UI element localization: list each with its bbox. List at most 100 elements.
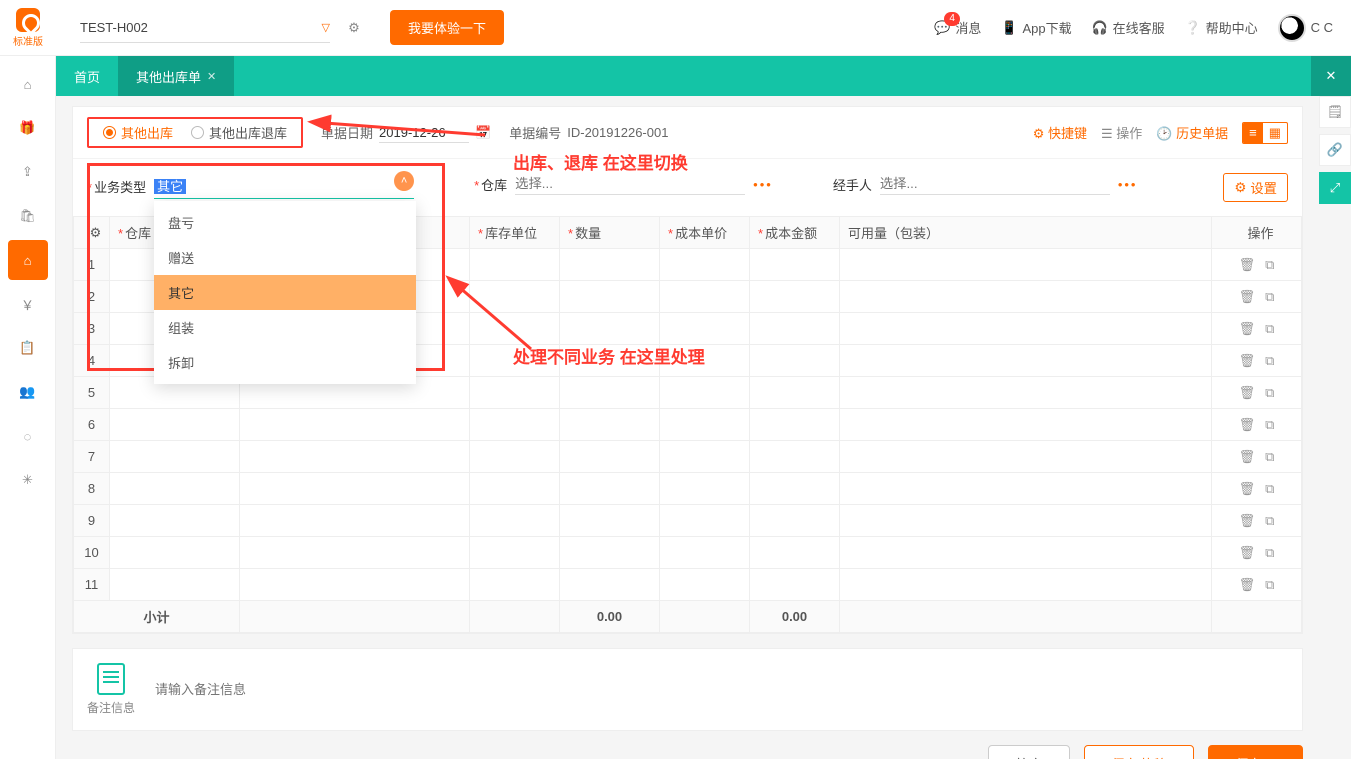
radio-return[interactable]: 其他出库退库 <box>191 123 287 142</box>
delete-icon[interactable]: 🗑 <box>1239 257 1256 273</box>
help-center-button[interactable]: ❔ 帮助中心 <box>1185 18 1258 37</box>
footer-actions: 放弃 保存草稿 保存 ▾ <box>72 731 1303 759</box>
online-service-label: 在线客服 <box>1113 18 1165 37</box>
view-toggle[interactable]: ≡ ▦ <box>1242 122 1288 144</box>
copy-icon[interactable]: ⧉ <box>1265 353 1274 369</box>
tab-home[interactable]: 首页 <box>56 56 118 96</box>
rail-home-icon[interactable]: ⌂ <box>8 64 48 104</box>
warehouse-select[interactable] <box>515 173 745 195</box>
table-row[interactable]: 8 🗑 ⧉ <box>74 473 1302 505</box>
table-row[interactable]: 7 🗑 ⧉ <box>74 441 1302 473</box>
radio-outbound[interactable]: 其他出库 <box>103 123 173 142</box>
col-qty: 数量 <box>560 217 660 249</box>
tab-other-outbound[interactable]: 其他出库单 ✕ <box>118 56 234 96</box>
biz-type-option[interactable]: 盘亏 <box>154 205 416 240</box>
rail-sync-icon[interactable]: ◌ <box>8 416 48 456</box>
row-index: 1 <box>74 249 110 281</box>
tabs-close-all[interactable]: ✕ <box>1311 56 1351 96</box>
save-draft-button[interactable]: 保存草稿 <box>1084 745 1194 759</box>
rail-gift-icon[interactable]: 🎁 <box>8 108 48 148</box>
copy-icon[interactable]: ⧉ <box>1265 481 1274 497</box>
delete-icon[interactable]: 🗑 <box>1239 385 1256 401</box>
rail-clipboard-icon[interactable]: 📋 <box>8 328 48 368</box>
copy-icon[interactable]: ⧉ <box>1265 449 1274 465</box>
tool-operate[interactable]: ☰ 操作 <box>1101 123 1142 142</box>
settings-button[interactable]: ⚙ 设置 <box>1223 173 1288 202</box>
rr-note-icon[interactable]: 🗒 <box>1319 96 1351 128</box>
copy-icon[interactable]: ⧉ <box>1265 513 1274 529</box>
rail-upload-icon[interactable]: ⇪ <box>8 152 48 192</box>
col-gear[interactable]: ⚙ <box>74 217 110 249</box>
copy-icon[interactable]: ⧉ <box>1265 257 1274 273</box>
rr-link-icon[interactable]: 🔗 <box>1319 134 1351 166</box>
copy-icon[interactable]: ⧉ <box>1265 545 1274 561</box>
view-list-icon[interactable]: ≡ <box>1243 123 1263 143</box>
biz-type-option[interactable]: 拆卸 <box>154 345 416 380</box>
subtotal-amount: 0.00 <box>750 601 840 633</box>
radio-outbound-label: 其他出库 <box>121 123 173 142</box>
delete-icon[interactable]: 🗑 <box>1239 289 1256 305</box>
rail-bag-icon[interactable]: 🛍 <box>8 196 48 236</box>
biz-type-option-selected[interactable]: 其它 <box>154 275 416 310</box>
tab-home-label: 首页 <box>74 67 100 86</box>
table-row[interactable]: 10 🗑 ⧉ <box>74 537 1302 569</box>
header-tools: ⚙ 快捷键 ☰ 操作 🕑 历史单据 ≡ ▦ <box>1033 122 1288 144</box>
close-icon[interactable]: ✕ <box>207 70 216 83</box>
copy-icon[interactable]: ⧉ <box>1265 385 1274 401</box>
col-cost-amount: 成本金额 <box>750 217 840 249</box>
more-icon[interactable]: ••• <box>1118 177 1138 192</box>
handler-select[interactable] <box>880 173 1110 195</box>
delete-icon[interactable]: 🗑 <box>1239 545 1256 561</box>
delete-icon[interactable]: 🗑 <box>1239 353 1256 369</box>
biz-type-field: 业务类型 其它 ˄ 盘亏 赠送 其它 组装 拆卸 <box>87 173 414 199</box>
main: 其他出库 其他出库退库 单据日期 2019-12-26 📅 单据编号 ID-20… <box>56 96 1319 759</box>
more-icon[interactable]: ••• <box>753 177 773 192</box>
gear-icon[interactable]: ⚙ <box>346 20 362 36</box>
remark-input[interactable] <box>155 682 1288 697</box>
delete-icon[interactable]: 🗑 <box>1239 513 1256 529</box>
tenant-select[interactable]: TEST-H002 ▽ <box>80 13 330 43</box>
view-grid-icon[interactable]: ▦ <box>1263 123 1287 143</box>
table-row[interactable]: 6 🗑 ⧉ <box>74 409 1302 441</box>
biz-type-select[interactable]: 其它 ˄ 盘亏 赠送 其它 组装 拆卸 <box>154 173 414 199</box>
handler-label: 经手人 <box>833 175 872 194</box>
tool-shortcut[interactable]: ⚙ 快捷键 <box>1033 123 1087 142</box>
try-button[interactable]: 我要体验一下 <box>390 10 504 45</box>
copy-icon[interactable]: ⧉ <box>1265 577 1274 593</box>
tool-history[interactable]: 🕑 历史单据 <box>1156 123 1228 142</box>
online-service-button[interactable]: 🎧 在线客服 <box>1092 18 1165 37</box>
biz-type-label: 业务类型 <box>87 177 146 196</box>
help-icon: ❔ <box>1185 20 1201 36</box>
delete-icon[interactable]: 🗑 <box>1239 481 1256 497</box>
table-row[interactable]: 9 🗑 ⧉ <box>74 505 1302 537</box>
biz-type-option[interactable]: 组装 <box>154 310 416 345</box>
rail-contacts-icon[interactable]: 👥 <box>8 372 48 412</box>
copy-icon[interactable]: ⧉ <box>1265 417 1274 433</box>
messages-button[interactable]: 💬 消息 4 <box>934 18 981 37</box>
row-index: 3 <box>74 313 110 345</box>
delete-icon[interactable]: 🗑 <box>1239 449 1256 465</box>
rail-money-icon[interactable]: ￥ <box>8 284 48 324</box>
row-index: 5 <box>74 377 110 409</box>
rail-new-icon[interactable]: ✳ <box>8 460 48 500</box>
save-button[interactable]: 保存 ▾ <box>1208 745 1303 759</box>
subtotal-row: 小计 0.00 0.00 <box>74 601 1302 633</box>
user-menu[interactable]: C C <box>1278 14 1333 42</box>
copy-icon[interactable]: ⧉ <box>1265 321 1274 337</box>
rr-expand-icon[interactable]: ⤢ <box>1319 172 1351 204</box>
app-download-button[interactable]: 📱 App下载 <box>1001 18 1071 37</box>
copy-icon[interactable]: ⧉ <box>1265 289 1274 305</box>
avatar <box>1278 14 1306 42</box>
annotation-text: 处理不同业务 在这里处理 <box>513 343 705 368</box>
tab-active-label: 其他出库单 <box>136 67 201 86</box>
save-label: 保存 <box>1235 755 1263 759</box>
table-row[interactable]: 11 🗑 ⧉ <box>74 569 1302 601</box>
rail-warehouse-icon[interactable]: ⌂ <box>8 240 48 280</box>
delete-icon[interactable]: 🗑 <box>1239 577 1256 593</box>
right-rail: 🗒 🔗 ⤢ <box>1319 96 1351 204</box>
discard-button[interactable]: 放弃 <box>988 745 1070 759</box>
biz-type-option[interactable]: 赠送 <box>154 240 416 275</box>
delete-icon[interactable]: 🗑 <box>1239 417 1256 433</box>
delete-icon[interactable]: 🗑 <box>1239 321 1256 337</box>
warehouse-label: 仓库 <box>474 175 507 194</box>
